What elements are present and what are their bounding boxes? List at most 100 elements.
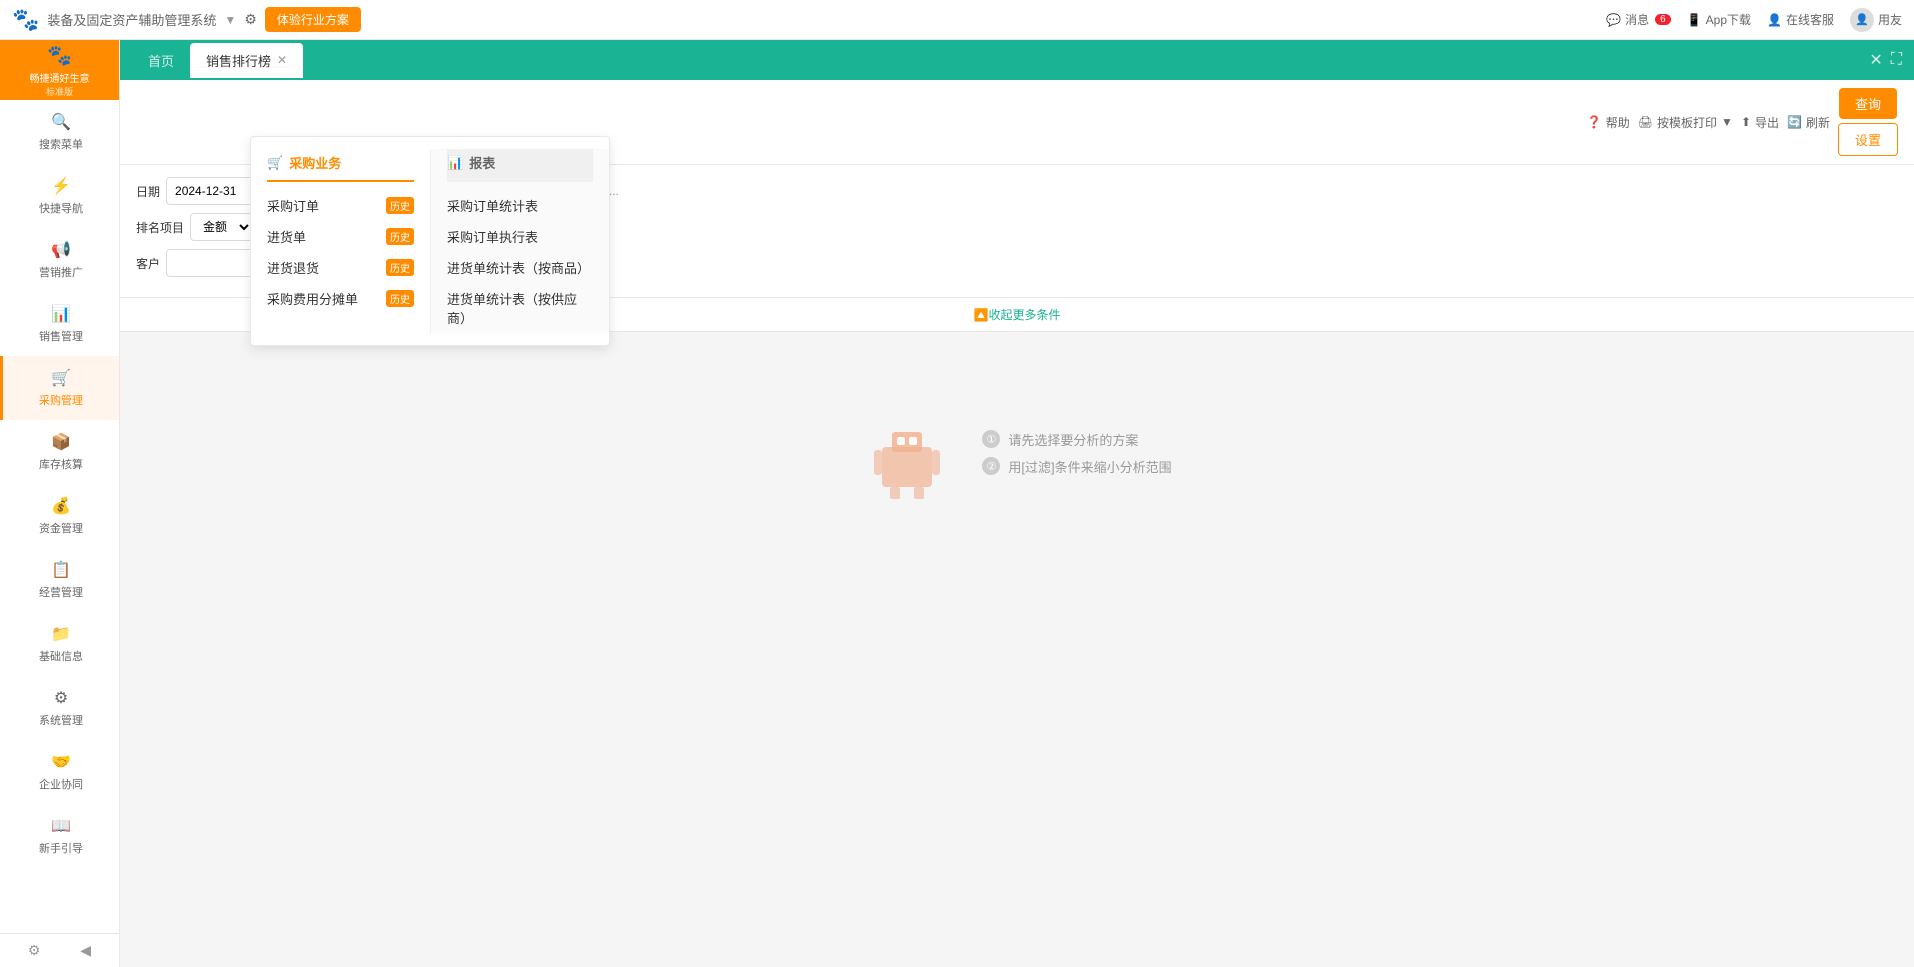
sidebar-item-inventory[interactable]: 📦 库存核算 — [0, 420, 119, 484]
dropdown-purchase-header: 🛒 采购业务 — [267, 149, 414, 182]
tip-num-2: ② — [982, 457, 1000, 475]
message-btn[interactable]: 💬 消息 6 — [1606, 11, 1671, 28]
refresh-btn[interactable]: 🔄 刷新 — [1787, 114, 1830, 131]
guide-icon: 📖 — [51, 816, 71, 836]
stock-in-label: 进货单 — [267, 227, 306, 246]
empty-tips: ① 请先选择要分析的方案 ② 用[过滤]条件来缩小分析范围 — [982, 430, 1171, 484]
quick-nav-label: 快捷导航 — [39, 200, 83, 216]
sales-icon: 📊 — [51, 304, 71, 324]
content-area: 首页 销售排行榜 ✕ ✕ ⛶ ❓ 帮助 🖨 按模板打印 — [120, 40, 1914, 967]
dropdown-grid: 🛒 采购业务 采购订单 历史 进货单 历史 进货退货 — [251, 149, 609, 333]
industry-btn[interactable]: 体验行业方案 — [265, 7, 361, 32]
print-icon: 🖨 — [1638, 115, 1653, 129]
message-badge: 6 — [1655, 14, 1671, 25]
sidebar-item-guide[interactable]: 📖 新手引导 — [0, 804, 119, 868]
hist-badge-stock-in: 历史 — [386, 228, 414, 245]
purchase-header-icon: 🛒 — [267, 155, 283, 171]
sidebar-item-basic-info[interactable]: 📁 基础信息 — [0, 612, 119, 676]
empty-state: ① 请先选择要分析的方案 ② 用[过滤]条件来缩小分析范围 — [120, 332, 1914, 582]
app-download-label: App下载 — [1706, 11, 1751, 28]
stock-stat-product-label: 进货单统计表（按商品） — [447, 258, 590, 277]
tab-expand-btn[interactable]: ⛶ — [1891, 51, 1902, 69]
sidebar-bottom: ⚙ ◀ — [0, 933, 119, 967]
logo-label: 畅捷通好生意 — [30, 70, 90, 85]
sidebar-item-marketing[interactable]: 📢 营销推广 — [0, 228, 119, 292]
sidebar-item-sales[interactable]: 📊 销售管理 — [0, 292, 119, 356]
dropdown-item-stock-stat-product[interactable]: 进货单统计表（按商品） — [447, 252, 593, 283]
dropdown-item-purchase-order[interactable]: 采购订单 历史 — [267, 190, 414, 221]
guide-label: 新手引导 — [39, 840, 83, 856]
page-content: ❓ 帮助 🖨 按模板打印 ▼ ⬆ 导出 🔄 刷新 查询 — [120, 80, 1914, 967]
dropdown-item-stock-stat-supplier[interactable]: 进货单统计表（按供应商） — [447, 283, 593, 333]
sidebar-item-operations[interactable]: 📋 经营管理 — [0, 548, 119, 612]
dropdown-menu: 🛒 采购业务 采购订单 历史 进货单 历史 进货退货 — [250, 136, 610, 346]
dropdown-item-purchase-stat[interactable]: 采购订单统计表 — [447, 190, 593, 221]
purchase-stat-label: 采购订单统计表 — [447, 196, 538, 215]
quick-nav-icon: ⚡ — [51, 176, 71, 196]
sidebar-item-cooperation[interactable]: 🤝 企业协同 — [0, 740, 119, 804]
tip-num-1: ① — [982, 430, 1000, 448]
cooperation-icon: 🤝 — [51, 752, 71, 772]
export-btn[interactable]: ⬆ 导出 — [1741, 114, 1779, 131]
sales-label: 销售管理 — [39, 328, 83, 344]
marketing-label: 营销推广 — [39, 264, 83, 280]
report-header-icon: 📊 — [447, 155, 463, 171]
sidebar-item-quick-nav[interactable]: ⚡ 快捷导航 — [0, 164, 119, 228]
app-download-btn[interactable]: 📱 App下载 — [1687, 11, 1751, 28]
sidebar-item-system[interactable]: ⚙ 系统管理 — [0, 676, 119, 740]
tab-close-all-btn[interactable]: ✕ — [1869, 50, 1882, 70]
tip-text-1: 请先选择要分析的方案 — [1008, 430, 1138, 449]
dropdown-item-return[interactable]: 进货退货 历史 — [267, 252, 414, 283]
sidebar: 🐾 畅捷通好生意 标准版 🔍 搜索菜单 ⚡ 快捷导航 📢 营销推广 📊 销售管理 — [0, 40, 120, 967]
avatar: 👤 — [1850, 8, 1874, 32]
sidebar-menu: 🔍 搜索菜单 ⚡ 快捷导航 📢 营销推广 📊 销售管理 🛒 采购管理 📦 — [0, 100, 119, 933]
settings-icon-top[interactable]: ⚙ — [244, 11, 257, 28]
rank-select[interactable]: 金额 — [190, 213, 253, 241]
tab-bar-right: ✕ ⛶ — [1869, 50, 1902, 70]
sidebar-collapse-btn[interactable]: ◀ — [80, 942, 91, 959]
cost-label: 采购费用分摊单 — [267, 289, 358, 308]
finance-label: 资金管理 — [39, 520, 83, 536]
dropdown-item-purchase-exec[interactable]: 采购订单执行表 — [447, 221, 593, 252]
logo-icon-top: 🐾 — [12, 7, 39, 33]
tab-sales-ranking[interactable]: 销售排行榜 ✕ — [190, 43, 303, 78]
service-icon: 👤 — [1767, 13, 1782, 27]
user-btn[interactable]: 👤 用友 — [1850, 8, 1902, 32]
online-service-btn[interactable]: 👤 在线客服 — [1767, 11, 1834, 28]
sidebar-item-finance[interactable]: 💰 资金管理 — [0, 484, 119, 548]
sidebar-item-purchase[interactable]: 🛒 采购管理 — [0, 356, 119, 420]
basic-info-icon: 📁 — [51, 624, 71, 644]
empty-tip-1: ① 请先选择要分析的方案 — [982, 430, 1171, 449]
print-chevron: ▼ — [1721, 115, 1733, 129]
system-title: 装备及固定资产辅助管理系统 — [47, 10, 216, 29]
help-label: 帮助 — [1606, 114, 1630, 131]
help-btn[interactable]: ❓ 帮助 — [1587, 114, 1630, 131]
tab-home[interactable]: 首页 — [132, 43, 190, 78]
dropdown-chevron[interactable]: ▼ — [224, 13, 236, 27]
empty-content: ① 请先选择要分析的方案 ② 用[过滤]条件来缩小分析范围 — [862, 412, 1171, 502]
setting-btn[interactable]: 设置 — [1838, 123, 1898, 156]
system-icon: ⚙ — [54, 688, 68, 708]
tab-home-label: 首页 — [148, 54, 174, 69]
product-dots[interactable]: ... — [609, 184, 619, 198]
dropdown-item-stock-in[interactable]: 进货单 历史 — [267, 221, 414, 252]
dropdown-item-cost[interactable]: 采购费用分摊单 历史 — [267, 283, 414, 314]
return-label: 进货退货 — [267, 258, 319, 277]
query-btn[interactable]: 查询 — [1839, 88, 1897, 119]
top-bar: 🐾 装备及固定资产辅助管理系统 ▼ ⚙ 体验行业方案 💬 消息 6 📱 App下… — [0, 0, 1914, 40]
collapse-text: 收起更多条件 — [988, 306, 1060, 323]
sidebar-settings-btn[interactable]: ⚙ — [28, 942, 41, 959]
dropdown-purchase-col: 🛒 采购业务 采购订单 历史 进货单 历史 进货退货 — [251, 149, 430, 333]
print-template-btn[interactable]: 🖨 按模板打印 ▼ — [1638, 114, 1733, 131]
phone-icon: 📱 — [1687, 13, 1702, 27]
hist-badge-cost: 历史 — [386, 290, 414, 307]
sidebar-item-search-menu[interactable]: 🔍 搜索菜单 — [0, 100, 119, 164]
basic-info-label: 基础信息 — [39, 648, 83, 664]
cooperation-label: 企业协同 — [39, 776, 83, 792]
top-bar-right: 💬 消息 6 📱 App下载 👤 在线客服 👤 用友 — [1606, 8, 1902, 32]
dropdown-report-col: 📊 报表 采购订单统计表 采购订单执行表 进货单统计表（按商品） — [430, 149, 609, 333]
tab-close-btn[interactable]: ✕ — [277, 53, 287, 67]
export-label: 导出 — [1755, 114, 1779, 131]
stock-stat-supplier-label: 进货单统计表（按供应商） — [447, 289, 593, 327]
dropdown-report-header: 📊 报表 — [447, 149, 593, 182]
